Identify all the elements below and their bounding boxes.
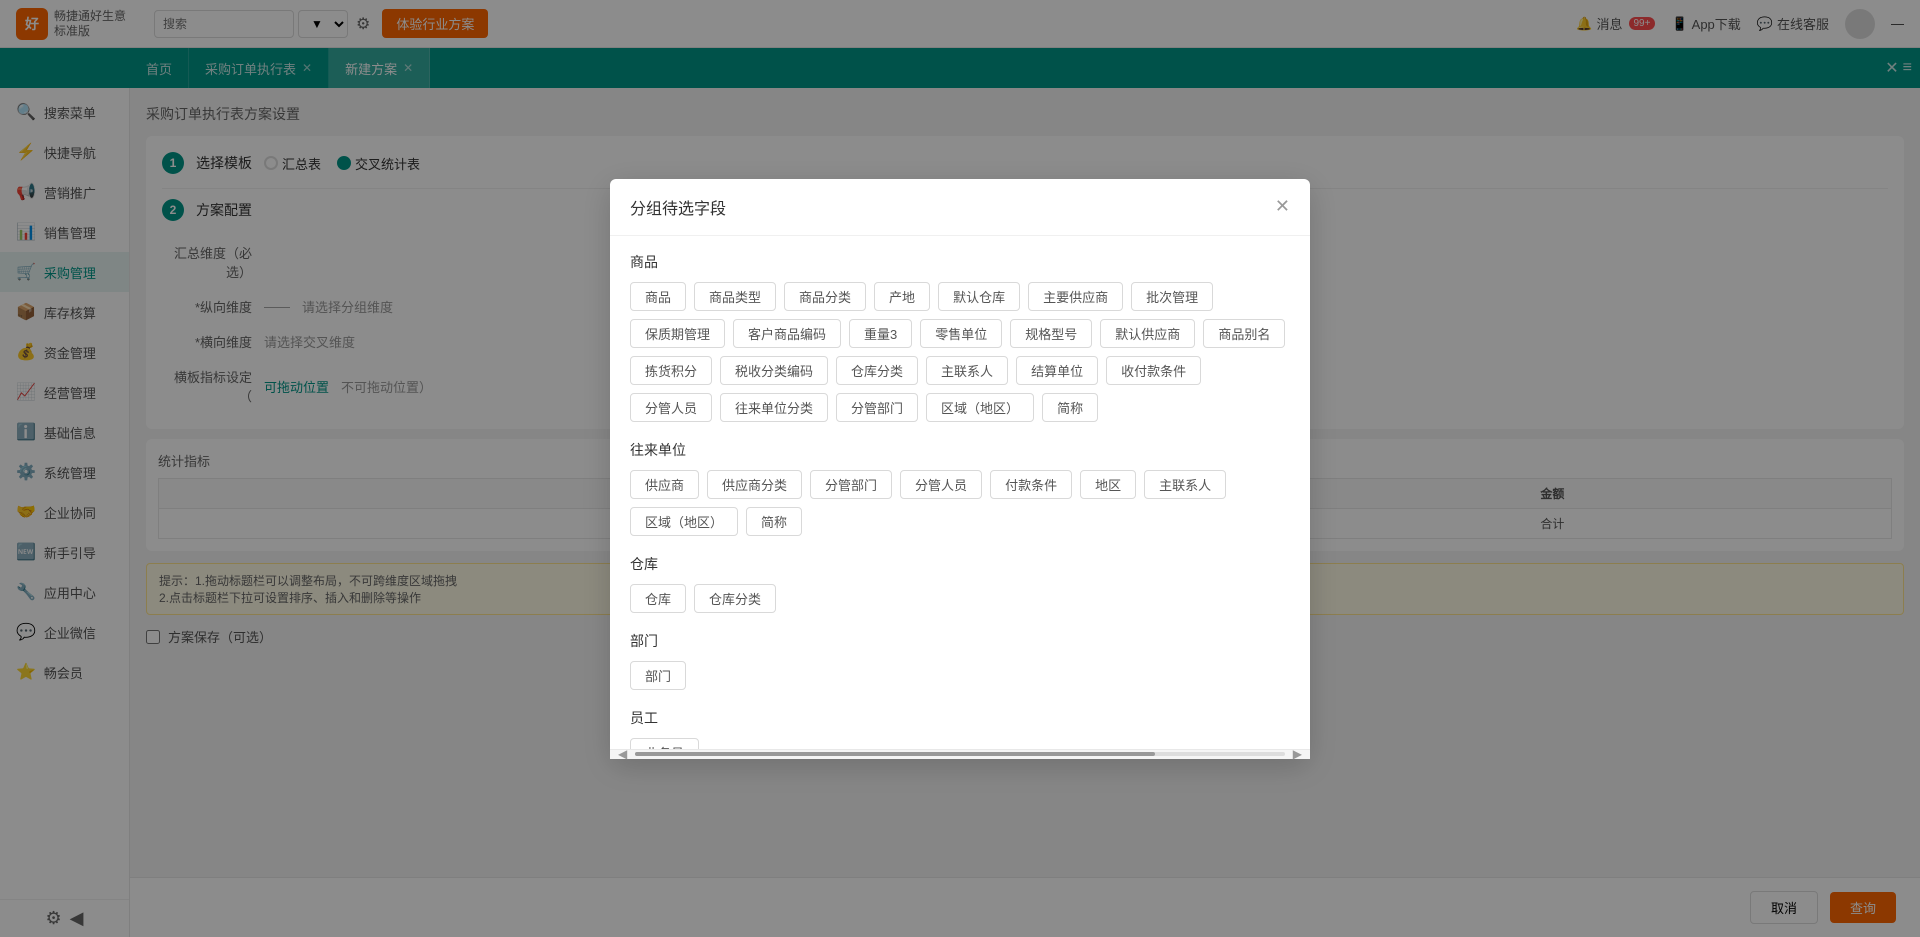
modal-section-2: 仓库仓库仓库分类 xyxy=(630,554,1290,613)
field-grid-2: 仓库仓库分类 xyxy=(630,584,1290,613)
field-tag-2-1[interactable]: 仓库分类 xyxy=(694,584,776,613)
modal-section-title-2: 仓库 xyxy=(630,554,1290,574)
field-tag-1-2[interactable]: 分管部门 xyxy=(810,470,892,499)
modal-section-3: 部门部门 xyxy=(630,631,1290,690)
field-tag-0-22[interactable]: 分管部门 xyxy=(836,393,918,422)
field-tag-0-3[interactable]: 产地 xyxy=(874,282,930,311)
field-tag-0-21[interactable]: 往来单位分类 xyxy=(720,393,828,422)
field-tag-1-7[interactable]: 区域（地区） xyxy=(630,507,738,536)
field-tag-0-9[interactable]: 重量3 xyxy=(849,319,912,348)
field-tag-0-13[interactable]: 商品别名 xyxy=(1203,319,1285,348)
field-tag-1-4[interactable]: 付款条件 xyxy=(990,470,1072,499)
field-tag-2-0[interactable]: 仓库 xyxy=(630,584,686,613)
field-tag-1-0[interactable]: 供应商 xyxy=(630,470,699,499)
field-tag-0-11[interactable]: 规格型号 xyxy=(1010,319,1092,348)
field-grid-4: 业务员 xyxy=(630,738,1290,749)
modal-section-title-0: 商品 xyxy=(630,252,1290,272)
field-tag-0-7[interactable]: 保质期管理 xyxy=(630,319,725,348)
field-tag-0-20[interactable]: 分管人员 xyxy=(630,393,712,422)
modal-overlay: 分组待选字段 ✕ 商品商品商品类型商品分类产地默认仓库主要供应商批次管理保质期管… xyxy=(0,0,1920,937)
field-tag-0-6[interactable]: 批次管理 xyxy=(1131,282,1213,311)
field-tag-0-8[interactable]: 客户商品编码 xyxy=(733,319,841,348)
field-tag-0-1[interactable]: 商品类型 xyxy=(694,282,776,311)
modal-section-title-1: 往来单位 xyxy=(630,440,1290,460)
modal-title: 分组待选字段 xyxy=(630,195,726,219)
modal-section-title-4: 员工 xyxy=(630,708,1290,728)
modal-body: 商品商品商品类型商品分类产地默认仓库主要供应商批次管理保质期管理客户商品编码重量… xyxy=(610,236,1310,749)
modal-section-4: 员工业务员 xyxy=(630,708,1290,749)
field-tag-0-16[interactable]: 仓库分类 xyxy=(836,356,918,385)
field-tag-1-3[interactable]: 分管人员 xyxy=(900,470,982,499)
field-tag-1-8[interactable]: 简称 xyxy=(746,507,802,536)
field-grid-1: 供应商供应商分类分管部门分管人员付款条件地区主联系人区域（地区） 简称 xyxy=(630,470,1290,536)
scroll-left-arrow[interactable]: ◀ xyxy=(618,747,627,761)
field-tag-0-2[interactable]: 商品分类 xyxy=(784,282,866,311)
field-tag-0-24[interactable]: 简称 xyxy=(1042,393,1098,422)
field-tag-0-4[interactable]: 默认仓库 xyxy=(938,282,1020,311)
modal-section-0: 商品商品商品类型商品分类产地默认仓库主要供应商批次管理保质期管理客户商品编码重量… xyxy=(630,252,1290,422)
modal: 分组待选字段 ✕ 商品商品商品类型商品分类产地默认仓库主要供应商批次管理保质期管… xyxy=(610,179,1310,759)
field-tag-0-18[interactable]: 结算单位 xyxy=(1016,356,1098,385)
field-tag-0-12[interactable]: 默认供应商 xyxy=(1100,319,1195,348)
modal-scroll-footer: ◀ ▶ xyxy=(610,749,1310,759)
modal-section-title-3: 部门 xyxy=(630,631,1290,651)
field-tag-4-0[interactable]: 业务员 xyxy=(630,738,699,749)
field-tag-0-0[interactable]: 商品 xyxy=(630,282,686,311)
field-tag-0-17[interactable]: 主联系人 xyxy=(926,356,1008,385)
field-tag-1-1[interactable]: 供应商分类 xyxy=(707,470,802,499)
field-tag-0-10[interactable]: 零售单位 xyxy=(920,319,1002,348)
field-grid-0: 商品商品类型商品分类产地默认仓库主要供应商批次管理保质期管理客户商品编码重量3 零… xyxy=(630,282,1290,422)
modal-section-1: 往来单位供应商供应商分类分管部门分管人员付款条件地区主联系人区域（地区） 简称 xyxy=(630,440,1290,536)
field-grid-3: 部门 xyxy=(630,661,1290,690)
field-tag-0-19[interactable]: 收付款条件 xyxy=(1106,356,1201,385)
field-tag-0-5[interactable]: 主要供应商 xyxy=(1028,282,1123,311)
field-tag-1-6[interactable]: 主联系人 xyxy=(1144,470,1226,499)
modal-close-button[interactable]: ✕ xyxy=(1275,196,1290,217)
field-tag-1-5[interactable]: 地区 xyxy=(1080,470,1136,499)
field-tag-0-14[interactable]: 拣货积分 xyxy=(630,356,712,385)
field-tag-3-0[interactable]: 部门 xyxy=(630,661,686,690)
modal-header: 分组待选字段 ✕ xyxy=(610,179,1310,236)
field-tag-0-15[interactable]: 税收分类编码 xyxy=(720,356,828,385)
field-tag-0-23[interactable]: 区域（地区） xyxy=(926,393,1034,422)
scroll-right-arrow[interactable]: ▶ xyxy=(1293,747,1302,761)
